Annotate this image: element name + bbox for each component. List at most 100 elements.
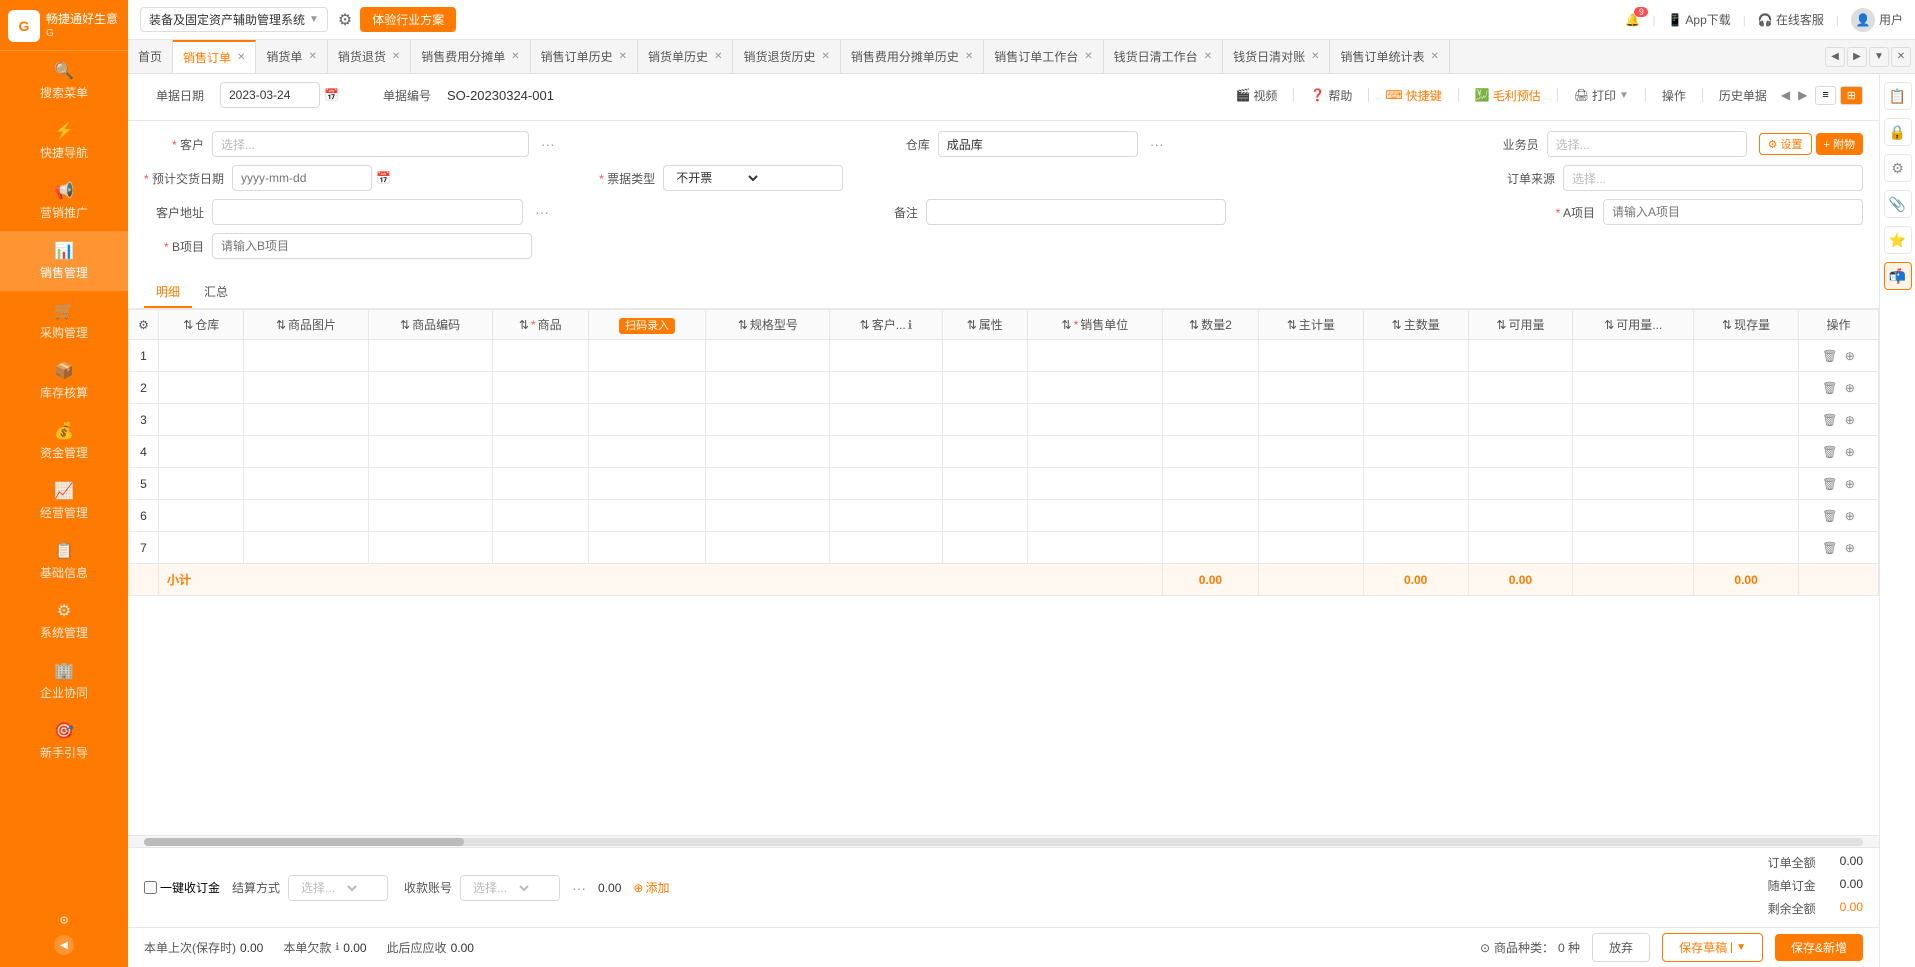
user-menu[interactable]: 👤 用户 [1851, 8, 1903, 32]
tabs-more-btn[interactable]: ▼ [1869, 47, 1889, 67]
remark-input[interactable] [926, 199, 1226, 225]
list-view-btn[interactable]: ≡ [1815, 86, 1835, 105]
sidebar-item-operations[interactable]: 📈 经营管理 [0, 471, 128, 531]
tabs-prev-btn[interactable]: ◀ [1825, 47, 1845, 67]
scan-btn[interactable]: 扫码录入 [619, 318, 675, 334]
add-payment-btn[interactable]: ⊕ 添加 [633, 879, 669, 896]
table-settings-icon[interactable]: ⚙ [138, 318, 149, 332]
tab-close-expense-split[interactable]: ✕ [511, 51, 519, 62]
row-copy-7[interactable]: ⊕ [1845, 541, 1855, 555]
tab-detail[interactable]: 明细 [144, 277, 192, 308]
row-copy-1[interactable]: ⊕ [1845, 349, 1855, 363]
sidebar-item-quick-nav[interactable]: ⚡ 快捷导航 [0, 111, 128, 171]
app-selector[interactable]: 装备及固定资产辅助管理系统 ▼ [140, 7, 328, 32]
row-copy-3[interactable]: ⊕ [1845, 413, 1855, 427]
sidebar-collapse-btn[interactable]: ◀ [54, 935, 74, 955]
history-btn[interactable]: 历史单据 [1713, 85, 1773, 106]
tab-close-sales-return[interactable]: ✕ [392, 51, 400, 62]
customer-input[interactable]: 选择... [212, 131, 529, 157]
horizontal-scrollbar[interactable] [128, 835, 1879, 847]
bank-account-select[interactable]: 选择... [460, 875, 560, 901]
checkout-checkbox-input[interactable] [144, 881, 157, 894]
invoice-type-select[interactable]: 不开票 增值税专票 普通发票 [663, 165, 843, 191]
rp-btn-3[interactable]: ⚙ [1884, 154, 1912, 182]
tab-home[interactable]: 首页 [128, 40, 173, 74]
rp-btn-6[interactable]: 📬 [1884, 262, 1912, 290]
tab-return-history[interactable]: 销货退货历史 ✕ [733, 40, 840, 74]
invoice-type-dropdown[interactable]: 不开票 增值税专票 普通发票 [664, 165, 761, 191]
row-copy-5[interactable]: ⊕ [1845, 477, 1855, 491]
tab-close-cash-workbench[interactable]: ✕ [1204, 51, 1212, 62]
settings-shortcut-btn[interactable]: ⚙ 设置 [1759, 133, 1812, 155]
sidebar-item-inventory[interactable]: 📦 库存核算 [0, 351, 128, 411]
sidebar-settings[interactable]: ⚙ [55, 910, 73, 931]
row-copy-4[interactable]: ⊕ [1845, 445, 1855, 459]
warehouse-input[interactable]: 成品库 [938, 131, 1138, 157]
address-input[interactable] [212, 199, 523, 225]
notification-bell[interactable]: 🔔 9 [1625, 13, 1640, 27]
tab-receipt-history[interactable]: 销货单历史 ✕ [638, 40, 733, 74]
scrollbar-thumb[interactable] [144, 838, 464, 846]
tab-sales-receipt[interactable]: 销货单 ✕ [256, 40, 327, 74]
row-delete-5[interactable]: 🗑 [1822, 477, 1837, 491]
sidebar-item-guide[interactable]: 🎯 新手引导 [0, 711, 128, 771]
nav-prev[interactable]: ◀ [1781, 88, 1790, 102]
discard-btn[interactable]: 放弃 [1592, 933, 1650, 962]
sidebar-item-base-info[interactable]: 📋 基础信息 [0, 531, 128, 591]
sidebar-item-sales[interactable]: 📊 销售管理 [0, 231, 128, 291]
tab-order-history[interactable]: 销售订单历史 ✕ [531, 40, 638, 74]
row-copy-6[interactable]: ⊕ [1845, 509, 1855, 523]
sidebar-item-enterprise[interactable]: 🏢 企业协同 [0, 651, 128, 711]
sidebar-item-finance[interactable]: 💰 资金管理 [0, 411, 128, 471]
payment-method-select[interactable]: 选择... [288, 875, 388, 901]
rp-btn-1[interactable]: 📋 [1884, 82, 1912, 110]
online-support-link[interactable]: 🎧 在线客服 [1758, 11, 1824, 28]
print-btn[interactable]: 🖨 打印 ▼ [1568, 85, 1635, 106]
view-btn[interactable]: 🎬 视频 [1229, 85, 1283, 106]
tab-expense-split[interactable]: 销售费用分摊单 ✕ [411, 40, 530, 74]
shortcuts-btn[interactable]: ⌨ 快捷键 [1379, 85, 1447, 106]
rp-btn-5[interactable]: ⭐ [1884, 226, 1912, 254]
tab-close-return-history[interactable]: ✕ [821, 51, 829, 62]
tabs-next-btn[interactable]: ▶ [1847, 47, 1867, 67]
tab-cash-reconcile[interactable]: 钱货日清对账 ✕ [1223, 40, 1330, 74]
tab-close-order-history[interactable]: ✕ [619, 51, 627, 62]
row-delete-2[interactable]: 🗑 [1822, 381, 1837, 395]
sidebar-item-system[interactable]: ⚙ 系统管理 [0, 591, 128, 651]
topbar-settings-icon[interactable]: ⚙ [338, 10, 352, 30]
row-delete-6[interactable]: 🗑 [1822, 509, 1837, 523]
grid-view-btn[interactable]: ⊞ [1840, 86, 1863, 105]
sidebar-item-search[interactable]: 🔍 搜索菜单 [0, 51, 128, 111]
save-draft-arrow[interactable]: ▼ [1731, 942, 1746, 953]
tab-sales-return[interactable]: 销货退货 ✕ [328, 40, 411, 74]
th-settings[interactable]: ⚙ [129, 310, 159, 340]
agent-input[interactable]: 选择... [1547, 131, 1747, 157]
save-new-btn[interactable]: 保存&新增 [1775, 934, 1863, 961]
rp-btn-4[interactable]: 📎 [1884, 190, 1912, 218]
rp-btn-2[interactable]: 🔒 [1884, 118, 1912, 146]
warehouse-dots[interactable]: ··· [1150, 136, 1164, 152]
tab-order-workbench[interactable]: 销售订单工作台 ✕ [984, 40, 1103, 74]
delivery-calendar-icon[interactable]: 📅 [376, 171, 391, 185]
tab-sales-stats[interactable]: 销售订单统计表 ✕ [1330, 40, 1449, 74]
date-input[interactable] [220, 82, 320, 108]
row-copy-2[interactable]: ⊕ [1845, 381, 1855, 395]
customer-dots[interactable]: ··· [541, 136, 555, 152]
row-delete-4[interactable]: 🗑 [1822, 445, 1837, 459]
b-project-input[interactable] [212, 233, 532, 259]
tab-close-cash-reconcile[interactable]: ✕ [1311, 51, 1319, 62]
delivery-date-input[interactable] [232, 165, 372, 191]
row-delete-3[interactable]: 🗑 [1822, 413, 1837, 427]
profit-btn[interactable]: 💹 毛利预估 [1469, 85, 1547, 106]
tab-close-receipt-history[interactable]: ✕ [714, 51, 722, 62]
a-project-input[interactable] [1603, 199, 1863, 225]
address-dots[interactable]: ··· [535, 204, 549, 220]
app-download-link[interactable]: 📱 App下载 [1667, 11, 1730, 28]
tab-close-sales-order[interactable]: ✕ [237, 52, 245, 63]
nav-next[interactable]: ▶ [1798, 88, 1807, 102]
operations-btn[interactable]: 操作 [1656, 85, 1692, 106]
help-btn[interactable]: ❓ 帮助 [1304, 85, 1358, 106]
row-delete-7[interactable]: 🗑 [1822, 541, 1837, 555]
row-delete-1[interactable]: 🗑 [1822, 349, 1837, 363]
tab-summary[interactable]: 汇总 [192, 277, 240, 308]
